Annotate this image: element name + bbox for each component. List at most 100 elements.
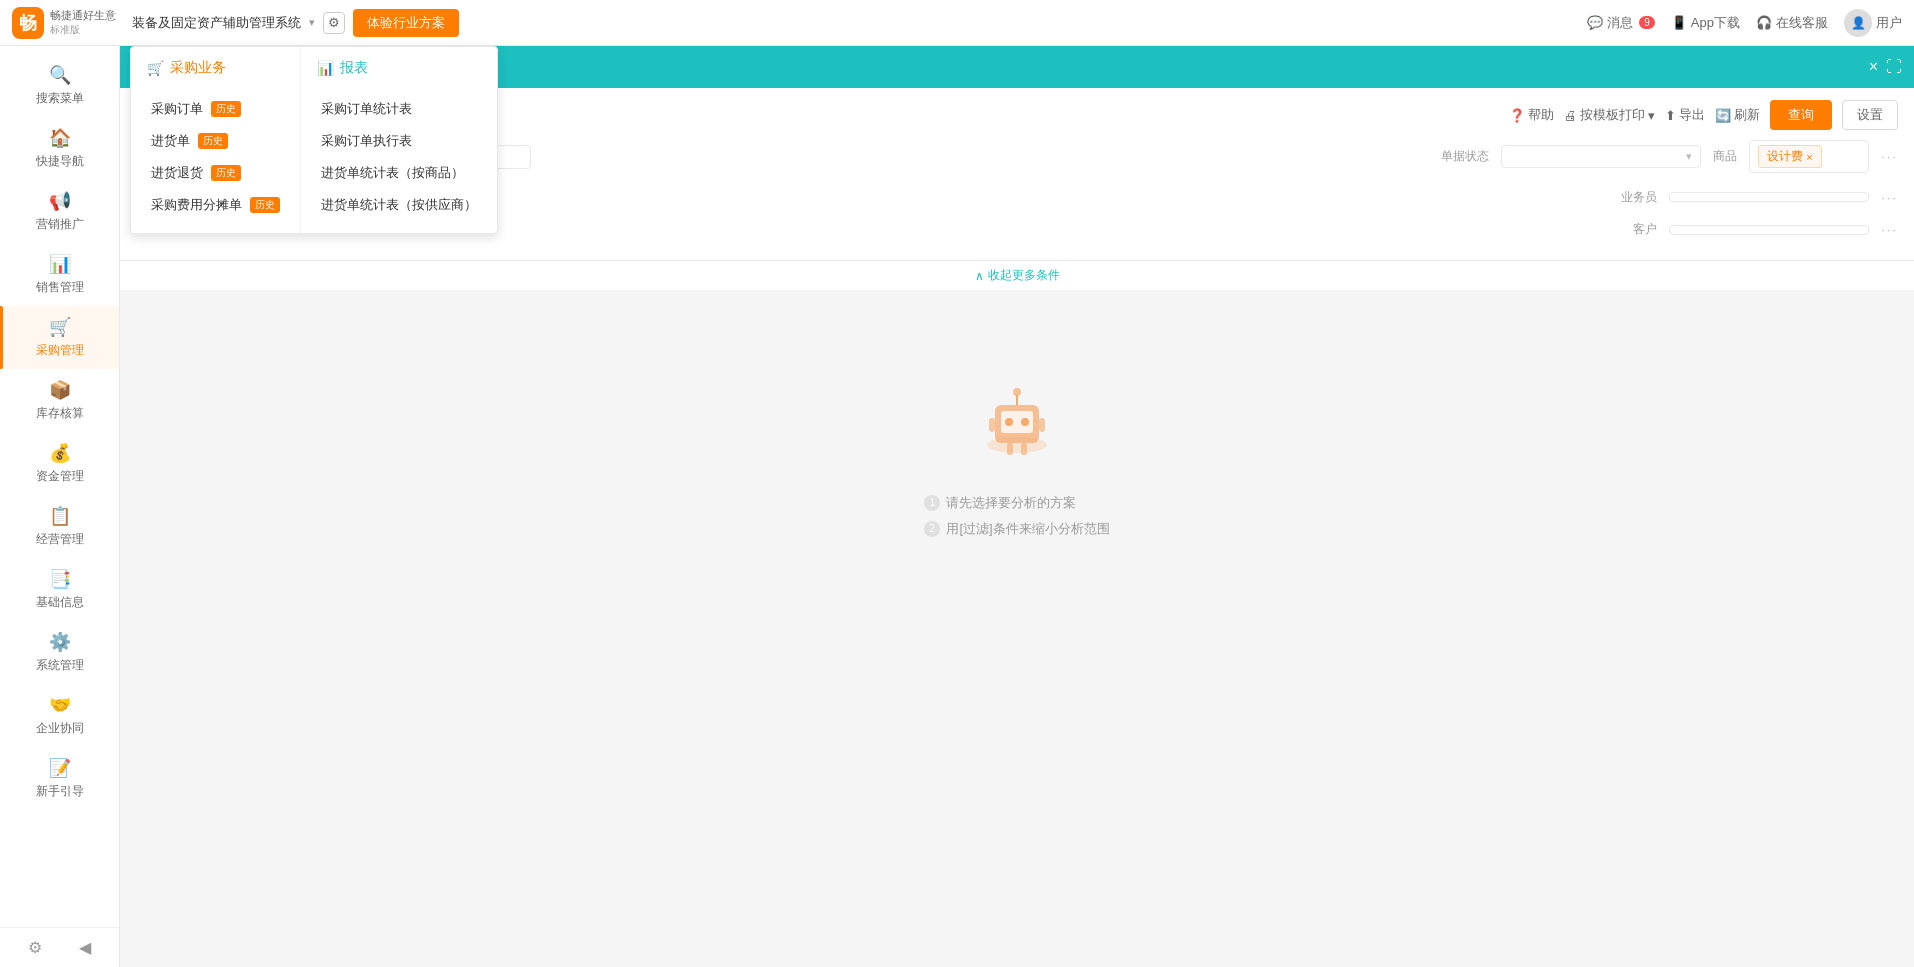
purchase-col-title: 采购业务: [170, 59, 226, 77]
print-icon: 🖨: [1564, 108, 1577, 123]
inventory-icon: 📦: [49, 379, 71, 401]
sidebar-item-guide[interactable]: 📝 新手引导: [0, 747, 119, 810]
sidebar-item-sales[interactable]: 📊 销售管理: [0, 243, 119, 306]
message-icon: 💬: [1587, 15, 1603, 30]
purchase-icon: 🛒: [49, 316, 71, 338]
online-service-button[interactable]: 🎧 在线客服: [1756, 14, 1828, 32]
user-label: 用户: [1876, 14, 1902, 32]
guide-icon: 📝: [49, 757, 71, 779]
print-btn[interactable]: 🖨 按模板打印 ▾: [1564, 106, 1655, 124]
empty-tip-2: 2 用[过滤]条件来缩小分析范围: [924, 516, 1109, 542]
goods-more-dots[interactable]: ···: [1881, 149, 1898, 164]
export-label: 导出: [1679, 106, 1705, 124]
dropdown-col-purchase: 🛒 采购业务 采购订单 历史 进货单 历史 进货退货 历史 采购费用分摊单 历史: [131, 47, 301, 233]
user-avatar[interactable]: 👤 用户: [1844, 9, 1902, 37]
online-service-label: 在线客服: [1776, 14, 1828, 32]
collapse-icon: ∧: [975, 269, 984, 283]
logo-icon: 畅: [12, 7, 44, 39]
topbar-right: 💬 消息 9 📱 App下载 🎧 在线客服 👤 用户: [1587, 9, 1902, 37]
goods-tag-close[interactable]: ×: [1806, 151, 1812, 163]
dropdown-item-po-stat[interactable]: 采购订单统计表: [317, 93, 481, 125]
app-download-button[interactable]: 📱 App下载: [1671, 14, 1740, 32]
sidebar-item-marketing[interactable]: 📢 营销推广: [0, 180, 119, 243]
sidebar-label-search: 搜索菜单: [36, 90, 84, 107]
dropdown-item-receipt-supplier-label: 进货单统计表（按供应商）: [321, 196, 477, 214]
sidebar-settings-btn[interactable]: ⚙: [28, 938, 42, 957]
phone-icon: 📱: [1671, 15, 1687, 30]
export-btn[interactable]: ⬆ 导出: [1665, 106, 1705, 124]
svg-rect-5: [989, 418, 995, 432]
dropdown-item-expense[interactable]: 采购费用分摊单 历史: [147, 189, 284, 221]
sidebar-item-enterprise[interactable]: 🤝 企业协同: [0, 684, 119, 747]
svg-rect-7: [1007, 443, 1013, 455]
message-label: 消息: [1607, 14, 1633, 32]
salesman-more-dots[interactable]: ···: [1881, 190, 1898, 205]
dropdown-col-report: 📊 报表 采购订单统计表 采购订单执行表 进货单统计表（按商品） 进货单统计表（…: [301, 47, 497, 233]
finance-icon: 💰: [49, 442, 71, 464]
salesman-field[interactable]: [1669, 192, 1869, 202]
sidebar-item-system[interactable]: ⚙️ 系统管理: [0, 621, 119, 684]
empty-tip-1: 1 请先选择要分析的方案: [924, 490, 1109, 516]
dropdown-item-po[interactable]: 采购订单 历史: [147, 93, 284, 125]
sidebar-label-finance: 资金管理: [36, 468, 84, 485]
sidebar: 🔍 搜索菜单 🏠 快捷导航 📢 营销推广 📊 销售管理 🛒 采购管理 📦 库存核…: [0, 46, 120, 967]
history-badge-po: 历史: [211, 101, 241, 117]
logo-badge: 标准版: [50, 23, 116, 37]
customer-more-dots[interactable]: ···: [1881, 222, 1898, 237]
sidebar-bottom: ⚙ ◀: [0, 927, 119, 967]
message-badge: 9: [1639, 16, 1655, 29]
message-button[interactable]: 💬 消息 9: [1587, 14, 1655, 32]
sidebar-item-purchase[interactable]: 🛒 采购管理: [0, 306, 119, 369]
help-btn[interactable]: ❓ 帮助: [1509, 106, 1554, 124]
sidebar-item-basic[interactable]: 📑 基础信息: [0, 558, 119, 621]
dropdown-item-receipt[interactable]: 进货单 历史: [147, 125, 284, 157]
svg-rect-6: [1039, 418, 1045, 432]
dropdown-item-receipt-goods[interactable]: 进货单统计表（按商品）: [317, 157, 481, 189]
dropdown-item-receipt-supplier[interactable]: 进货单统计表（按供应商）: [317, 189, 481, 221]
sidebar-label-purchase: 采购管理: [36, 342, 84, 359]
svg-point-3: [1005, 418, 1013, 426]
history-badge-receipt: 历史: [198, 133, 228, 149]
sidebar-collapse-btn[interactable]: ◀: [79, 938, 91, 957]
sidebar-label-sales: 销售管理: [36, 279, 84, 296]
svg-rect-8: [1021, 443, 1027, 455]
sidebar-label-guide: 新手引导: [36, 783, 84, 800]
collapse-bar[interactable]: ∧ 收起更多条件: [120, 261, 1914, 290]
sidebar-item-search[interactable]: 🔍 搜索菜单: [0, 54, 119, 117]
headset-icon: 🎧: [1756, 15, 1772, 30]
refresh-icon: 🔄: [1715, 108, 1731, 123]
topbar: 畅 畅捷通好生意 标准版 装备及固定资产辅助管理系统 ▾ ⚙ 体验行业方案 💬 …: [0, 0, 1914, 46]
search-icon: 🔍: [49, 64, 71, 86]
sidebar-item-finance[interactable]: 💰 资金管理: [0, 432, 119, 495]
system-settings-icon[interactable]: ⚙: [323, 12, 345, 34]
dropdown-item-po-label: 采购订单: [151, 100, 203, 118]
sidebar-item-quick[interactable]: 🏠 快捷导航: [0, 117, 119, 180]
sidebar-item-operation[interactable]: 📋 经营管理: [0, 495, 119, 558]
goods-field[interactable]: 设计费 ×: [1749, 140, 1869, 173]
empty-tip-2-text: 用[过滤]条件来缩小分析范围: [946, 516, 1109, 542]
dropdown-item-receipt-goods-label: 进货单统计表（按商品）: [321, 164, 464, 182]
home-icon: 🏠: [49, 127, 71, 149]
refresh-btn[interactable]: 🔄 刷新: [1715, 106, 1760, 124]
refresh-label: 刷新: [1734, 106, 1760, 124]
dropdown-item-po-exec[interactable]: 采购订单执行表: [317, 125, 481, 157]
system-dropdown-arrow[interactable]: ▾: [309, 16, 315, 29]
help-icon: ❓: [1509, 108, 1525, 123]
sidebar-item-inventory[interactable]: 📦 库存核算: [0, 369, 119, 432]
enterprise-icon: 🤝: [49, 694, 71, 716]
topbar-center: 装备及固定资产辅助管理系统 ▾ ⚙ 体验行业方案: [132, 9, 1587, 37]
voucher-status-field[interactable]: ▾: [1501, 145, 1701, 168]
query-button[interactable]: 查询: [1770, 100, 1832, 130]
dropdown-item-return[interactable]: 进货退货 历史: [147, 157, 284, 189]
customer-field[interactable]: [1669, 225, 1869, 235]
basic-icon: 📑: [49, 568, 71, 590]
report-col-icon: 📊: [317, 60, 334, 76]
operation-icon: 📋: [49, 505, 71, 527]
customer-label: 客户: [1633, 221, 1657, 238]
sidebar-label-system: 系统管理: [36, 657, 84, 674]
close-window-btn[interactable]: ×: [1869, 58, 1878, 76]
svg-point-10: [1013, 388, 1021, 396]
settings-button[interactable]: 设置: [1842, 100, 1898, 130]
expand-window-btn[interactable]: ⛶: [1886, 58, 1902, 76]
industry-button[interactable]: 体验行业方案: [353, 9, 459, 37]
